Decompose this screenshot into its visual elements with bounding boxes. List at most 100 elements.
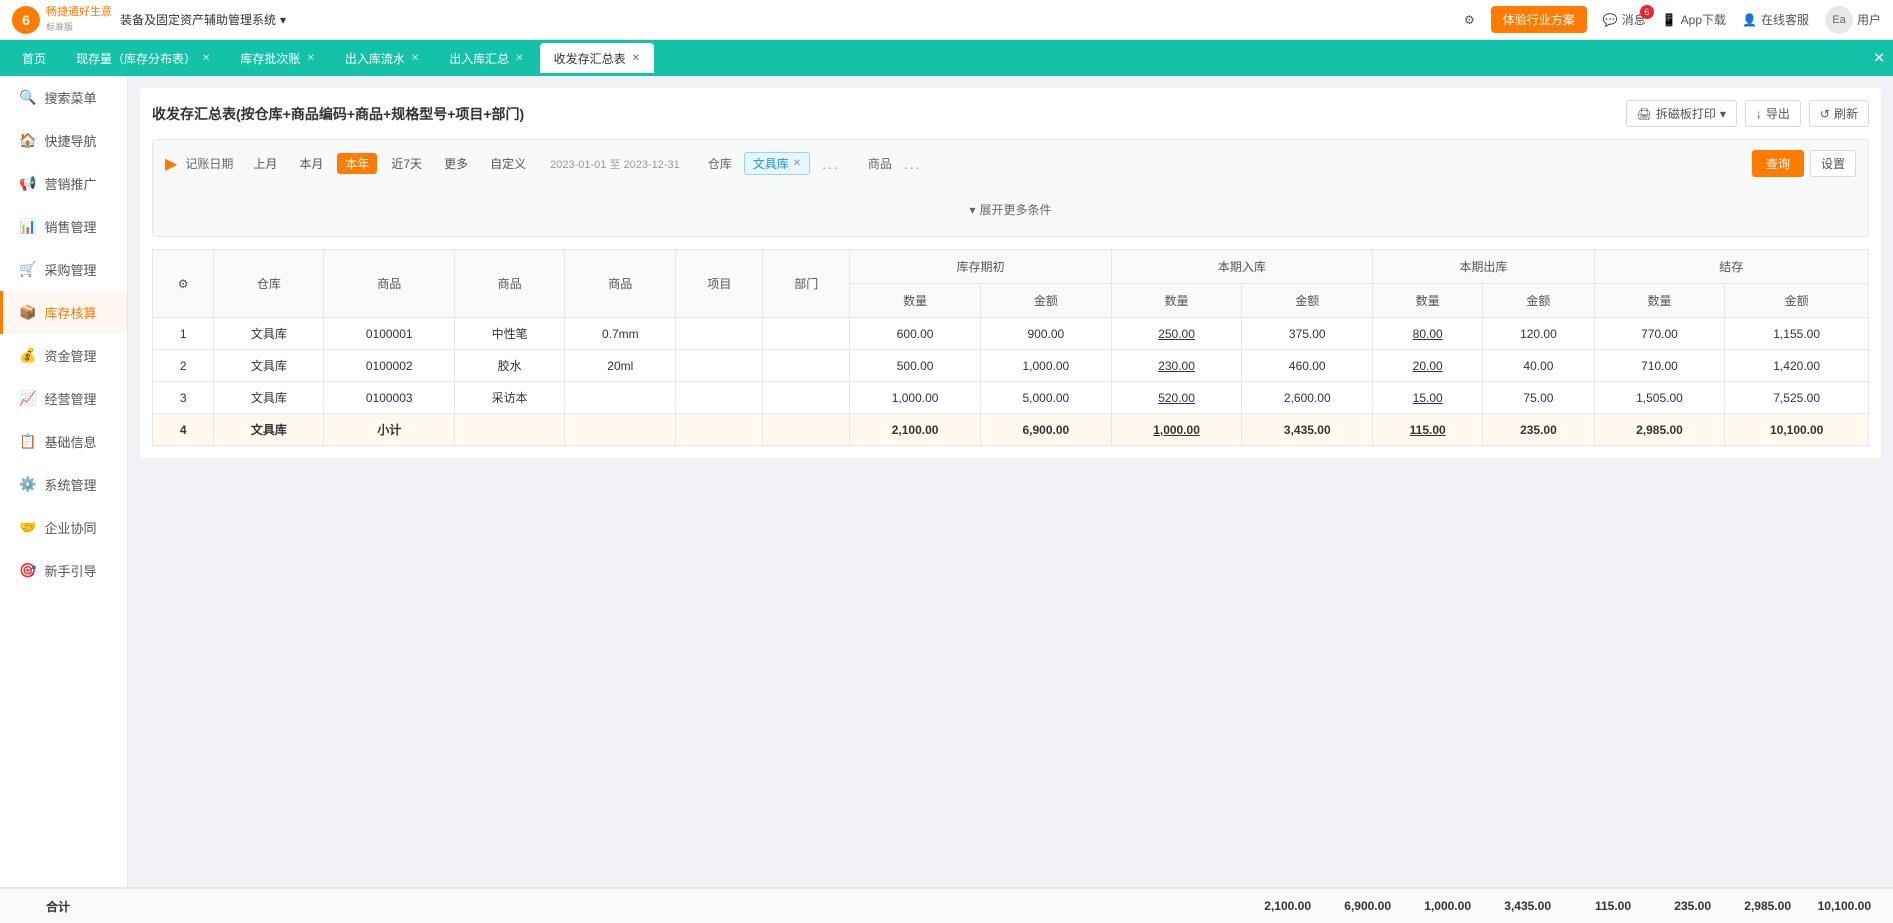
- row1-bal-amt: 1,155.00: [1725, 318, 1869, 350]
- sidebar-item-marketing[interactable]: 📢 营销推广: [0, 162, 127, 205]
- tab-stock-dist-label: 现存量（库存分布表）: [76, 50, 196, 67]
- query-button[interactable]: 查询: [1752, 150, 1804, 177]
- print-dropdown-icon: ▾: [1720, 107, 1726, 121]
- refresh-button[interactable]: ↺ 刷新: [1809, 100, 1869, 127]
- date-opt-more[interactable]: 更多: [436, 153, 476, 174]
- sidebar-item-system[interactable]: ⚙️ 系统管理: [0, 463, 127, 506]
- print-button[interactable]: 🖨 拆磁板打印 ▾: [1626, 100, 1737, 127]
- row1-in-qty[interactable]: 250.00: [1111, 318, 1242, 350]
- tab-summary[interactable]: 出入库汇总 ✕: [435, 43, 537, 73]
- purchase-icon: 🛒: [19, 261, 36, 278]
- search-icon: 🔍: [19, 89, 36, 106]
- print-label: 拆磁板打印: [1656, 105, 1716, 122]
- row2-code: 0100002: [324, 350, 455, 382]
- row2-out-qty[interactable]: 20.00: [1373, 350, 1483, 382]
- filter-collapse-icon[interactable]: ▶: [165, 154, 177, 174]
- warehouse-tag-close-icon[interactable]: ✕: [793, 158, 801, 169]
- total-label: 合计: [46, 898, 126, 915]
- expand-more-button[interactable]: ▾ 展开更多条件: [961, 197, 1059, 222]
- tab-bar: 首页 现存量（库存分布表） ✕ 库存批次账 ✕ 出入库流水 ✕ 出入库汇总 ✕ …: [0, 40, 1893, 76]
- th-opening-group: 库存期初: [850, 250, 1111, 284]
- export-label: 导出: [1766, 105, 1790, 122]
- th-balance-group: 结存: [1594, 250, 1868, 284]
- main-layout: 🔍 搜索菜单 🏠 快捷导航 📢 营销推广 📊 销售管理 🛒 采购管理 📦 库存核…: [0, 76, 1893, 887]
- product-filter-section: 商品 ...: [868, 155, 922, 172]
- sidebar-item-purchase[interactable]: 🛒 采购管理: [0, 248, 127, 291]
- logo-area: 6 畅捷通好生意 标准版: [12, 6, 112, 34]
- subtotal-out-qty[interactable]: 115.00: [1373, 414, 1483, 446]
- row2-in-qty[interactable]: 230.00: [1111, 350, 1242, 382]
- row3-in-qty[interactable]: 520.00: [1111, 382, 1242, 414]
- sidebar-item-basic[interactable]: 📋 基础信息: [0, 420, 127, 463]
- tab-recv-send-close-icon[interactable]: ✕: [632, 53, 640, 64]
- row1-bal-qty: 770.00: [1594, 318, 1725, 350]
- tab-batch-close-icon[interactable]: ✕: [306, 53, 314, 64]
- th-dept: 部门: [763, 250, 850, 318]
- row1-out-qty[interactable]: 80.00: [1373, 318, 1483, 350]
- subtotal-in-qty[interactable]: 1,000.00: [1111, 414, 1242, 446]
- tab-flow[interactable]: 出入库流水 ✕: [331, 43, 433, 73]
- tab-flow-close-icon[interactable]: ✕: [411, 53, 419, 64]
- row3-project: [676, 382, 763, 414]
- tabbar-close-icon[interactable]: ✕: [1873, 50, 1885, 67]
- row3-bal-amt: 7,525.00: [1725, 382, 1869, 414]
- row3-open-qty: 1,000.00: [850, 382, 981, 414]
- tab-stock-dist-close-icon[interactable]: ✕: [202, 53, 210, 64]
- expand-icon: ▾: [969, 203, 975, 217]
- message-icon: 💬: [1603, 13, 1618, 27]
- sidebar-item-operations[interactable]: 📈 经营管理: [0, 377, 127, 420]
- date-opt-this-year[interactable]: 本年: [337, 153, 377, 174]
- warehouse-tag[interactable]: 文具库 ✕: [744, 152, 810, 175]
- row3-out-qty[interactable]: 15.00: [1373, 382, 1483, 414]
- tab-stock-dist[interactable]: 现存量（库存分布表） ✕: [62, 43, 224, 73]
- setting-button[interactable]: 设置: [1810, 150, 1856, 177]
- message-button[interactable]: 💬 消息 6: [1603, 11, 1646, 28]
- date-opt-this-month[interactable]: 本月: [291, 153, 331, 174]
- table-row: 3 文具库 0100003 采访本 1,000.00 5,000.00 520.…: [153, 382, 1869, 414]
- row2-open-amt: 1,000.00: [980, 350, 1111, 382]
- product-filter-dots[interactable]: ...: [904, 156, 922, 172]
- system-icon: ⚙️: [19, 476, 36, 493]
- quicknav-icon: 🏠: [19, 132, 36, 149]
- app-download-button[interactable]: 📱 App下载: [1662, 11, 1726, 28]
- date-options: 上月 本月 本年 近7天 更多 自定义: [245, 153, 534, 174]
- row2-out-amt: 40.00: [1483, 350, 1594, 382]
- system-name-dropdown[interactable]: 装备及固定资产辅助管理系统 ▾: [120, 11, 286, 28]
- th-settings[interactable]: ⚙: [153, 250, 214, 318]
- tab-home-label: 首页: [22, 50, 46, 67]
- subtotal-no: 4: [153, 414, 214, 446]
- user-label: 用户: [1857, 11, 1881, 28]
- tab-home[interactable]: 首页: [8, 43, 60, 73]
- sidebar-item-newbie[interactable]: 🎯 新手引导: [0, 549, 127, 592]
- row3-name: 采访本: [455, 382, 565, 414]
- product-label: 商品: [868, 155, 892, 172]
- content-area: 收发存汇总表(按仓库+商品编码+商品+规格型号+项目+部门) 🖨 拆磁板打印 ▾…: [128, 76, 1893, 887]
- sidebar-item-quicknav[interactable]: 🏠 快捷导航: [0, 119, 127, 162]
- date-opt-prev-month[interactable]: 上月: [245, 153, 285, 174]
- query-actions: 查询 设置: [1752, 150, 1856, 177]
- tab-summary-close-icon[interactable]: ✕: [515, 53, 523, 64]
- user-menu-button[interactable]: Ea 用户: [1825, 6, 1881, 34]
- sidebar-item-finance[interactable]: 💰 资金管理: [0, 334, 127, 377]
- table-row: 2 文具库 0100002 胶水 20ml 500.00 1,000.00 23…: [153, 350, 1869, 382]
- tab-recv-send[interactable]: 收发存汇总表 ✕: [540, 43, 654, 73]
- sidebar-item-stock[interactable]: 📦 库存核算: [0, 291, 127, 334]
- subtotal-bal-amt: 10,100.00: [1725, 414, 1869, 446]
- warehouse-filter-dots[interactable]: ...: [822, 156, 840, 172]
- experience-button[interactable]: 体验行业方案: [1491, 6, 1587, 33]
- date-opt-7days[interactable]: 近7天: [383, 153, 430, 174]
- sidebar-item-enterprise[interactable]: 🤝 企业协同: [0, 506, 127, 549]
- tab-batch[interactable]: 库存批次账 ✕: [226, 43, 328, 73]
- date-opt-custom[interactable]: 自定义: [482, 153, 534, 174]
- th-product-name: 商品: [455, 250, 565, 318]
- export-button[interactable]: ↓ 导出: [1745, 100, 1801, 127]
- sidebar-item-sales[interactable]: 📊 销售管理: [0, 205, 127, 248]
- th-inbound-group: 本期入库: [1111, 250, 1372, 284]
- sidebar-item-search[interactable]: 🔍 搜索菜单: [0, 76, 127, 119]
- page-title: 收发存汇总表(按仓库+商品编码+商品+规格型号+项目+部门): [152, 104, 524, 124]
- online-service-button[interactable]: 👤 在线客服: [1742, 11, 1809, 28]
- header-left: 6 畅捷通好生意 标准版 装备及固定资产辅助管理系统 ▾: [12, 6, 286, 34]
- sidebar-newbie-label: 新手引导: [44, 561, 96, 580]
- gear-button[interactable]: ⚙: [1464, 13, 1475, 27]
- row3-in-amt: 2,600.00: [1242, 382, 1373, 414]
